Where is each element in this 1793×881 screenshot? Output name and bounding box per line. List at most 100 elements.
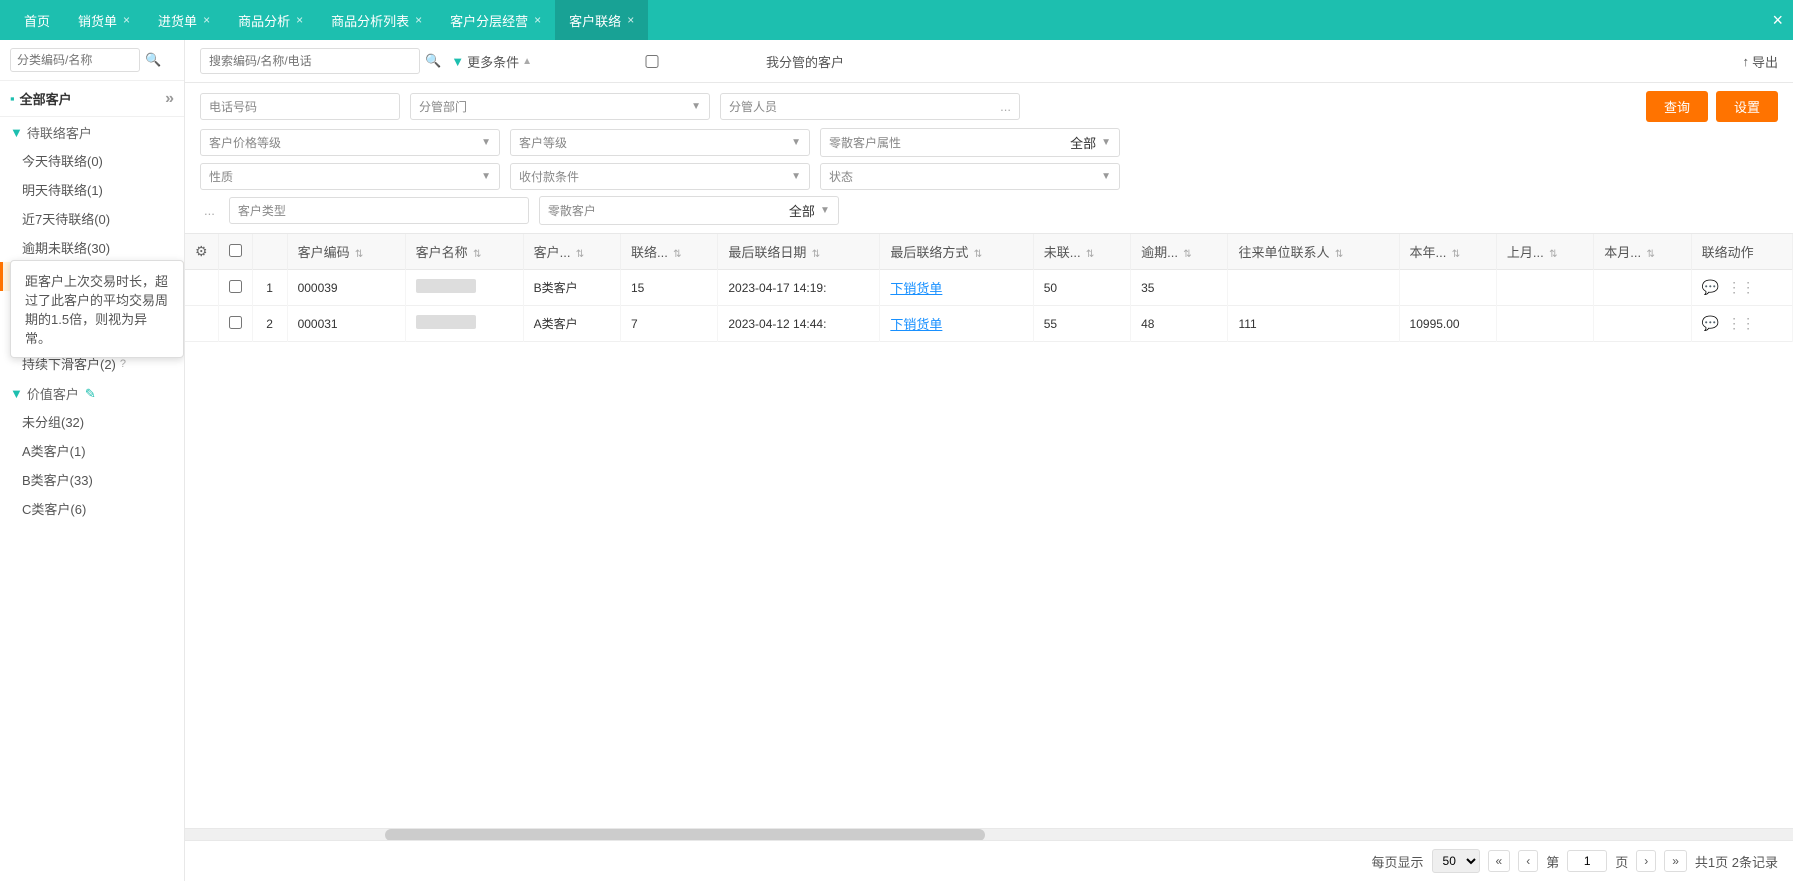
- table-settings-icon[interactable]: ⚙: [195, 243, 208, 259]
- customer-level-field[interactable]: 客户等级 ▼: [510, 129, 810, 156]
- row1-name[interactable]: [405, 270, 523, 306]
- row1-code[interactable]: 000039: [287, 270, 405, 306]
- tooltip-popup: 距客户上次交易时长，超过了此客户的平均交易周期的1.5倍，则视为异常。: [10, 260, 184, 358]
- this-month-col-header[interactable]: 本月... ⇅: [1594, 234, 1691, 270]
- pending-contact-group[interactable]: ▼ 待联络客户: [0, 117, 184, 146]
- more-dots-icon[interactable]: ...: [200, 203, 219, 218]
- uncontacted-col-header[interactable]: 未联... ⇅: [1033, 234, 1130, 270]
- sidebar: 🔍 ▪ 全部客户 » ▼ 待联络客户 今天待联络(0) 明天待联络(1) 近7天…: [0, 40, 185, 881]
- search-icon[interactable]: 🔍: [425, 53, 441, 69]
- sidebar-search-input[interactable]: [10, 48, 140, 72]
- this-year-col-header[interactable]: 本年... ⇅: [1399, 234, 1496, 270]
- settings-col-header[interactable]: ⚙: [185, 234, 218, 270]
- name-col-header[interactable]: 客户名称 ⇅: [405, 234, 523, 270]
- past-unit-contact-col-header[interactable]: 往来单位联系人 ⇅: [1228, 234, 1399, 270]
- row1-checkbox-cell[interactable]: [218, 270, 252, 306]
- sidebar-item-7days-pending[interactable]: 近7天待联络(0): [0, 204, 184, 233]
- row1-chat-icon[interactable]: 💬: [1702, 279, 1719, 296]
- contact-col-header[interactable]: 联络... ⇅: [620, 234, 717, 270]
- row2-code[interactable]: 000031: [287, 306, 405, 342]
- row2-more-icon[interactable]: ⋮⋮: [1727, 315, 1755, 332]
- last-page-button[interactable]: »: [1664, 850, 1687, 872]
- retail-attr-field[interactable]: 零散客户属性 全部 ▼: [820, 128, 1120, 157]
- price-level-field[interactable]: 客户价格等级 ▼: [200, 129, 500, 156]
- row1-more-icon[interactable]: ⋮⋮: [1727, 279, 1755, 296]
- prev-page-button[interactable]: ‹: [1518, 850, 1538, 872]
- value-customers-group[interactable]: ▼ 价值客户 ✎: [0, 378, 184, 407]
- row2-name[interactable]: [405, 306, 523, 342]
- overdue-col-header[interactable]: 逾期... ⇅: [1131, 234, 1228, 270]
- per-page-select[interactable]: 50: [1432, 849, 1480, 873]
- more-conditions-button[interactable]: ▼ 更多条件 ▲: [451, 52, 532, 71]
- next-page-button[interactable]: ›: [1636, 850, 1656, 872]
- row1-category: B类客户: [523, 270, 620, 306]
- row2-checkbox[interactable]: [229, 316, 242, 329]
- close-sales-order-icon[interactable]: ×: [123, 13, 130, 27]
- close-purchase-order-icon[interactable]: ×: [203, 13, 210, 27]
- checkbox-col-header[interactable]: [218, 234, 252, 270]
- customer-level-dropdown-icon: ▼: [791, 137, 801, 148]
- current-page-input[interactable]: [1567, 850, 1607, 872]
- sidebar-search-icon[interactable]: 🔍: [145, 52, 161, 68]
- nav-customer-contact[interactable]: 客户联络 ×: [555, 0, 648, 40]
- sidebar-collapse-icon[interactable]: »: [165, 90, 174, 108]
- query-button[interactable]: 查询: [1646, 91, 1708, 122]
- continuous-down-help-icon[interactable]: ?: [120, 358, 126, 370]
- last-contact-date-col-header[interactable]: 最后联络日期 ⇅: [718, 234, 880, 270]
- category-col-header[interactable]: 客户... ⇅: [523, 234, 620, 270]
- nav-product-analysis[interactable]: 商品分析 ×: [224, 0, 317, 40]
- first-page-button[interactable]: «: [1488, 850, 1511, 872]
- row2-checkbox-cell[interactable]: [218, 306, 252, 342]
- manager-more-icon[interactable]: ...: [1000, 99, 1011, 114]
- setting-button[interactable]: 设置: [1716, 91, 1778, 122]
- num-col-header: [252, 234, 287, 270]
- past-unit-contact-sort-icon: ⇅: [1335, 249, 1343, 260]
- select-all-checkbox[interactable]: [229, 244, 242, 257]
- export-button[interactable]: ↑ 导出: [1742, 52, 1778, 71]
- customer-type-field[interactable]: 客户类型: [229, 197, 529, 224]
- my-customers-checkbox-label[interactable]: 我分管的客户: [542, 52, 844, 71]
- sidebar-item-b-class[interactable]: B类客户(33): [0, 465, 184, 494]
- search-input[interactable]: [200, 48, 420, 74]
- my-customers-checkbox[interactable]: [542, 55, 762, 68]
- manager-field[interactable]: 分管人员 ...: [720, 93, 1020, 120]
- sidebar-item-overdue-no-contact[interactable]: 逾期未联络(30): [0, 233, 184, 262]
- code-col-header[interactable]: 客户编码 ⇅: [287, 234, 405, 270]
- close-customer-contact-icon[interactable]: ×: [627, 13, 634, 27]
- nav-purchase-order[interactable]: 进货单 ×: [144, 0, 224, 40]
- all-customers-header[interactable]: ▪ 全部客户 »: [0, 81, 184, 117]
- nav-sales-order[interactable]: 销货单 ×: [64, 0, 144, 40]
- nav-product-analysis-list[interactable]: 商品分析列表 ×: [317, 0, 436, 40]
- sidebar-item-c-class[interactable]: C类客户(6): [0, 494, 184, 523]
- value-customers-edit-icon[interactable]: ✎: [85, 386, 96, 402]
- row2-category: A类客户: [523, 306, 620, 342]
- payment-field[interactable]: 收付款条件 ▼: [510, 163, 810, 190]
- sidebar-item-a-class[interactable]: A类客户(1): [0, 436, 184, 465]
- row1-settings-cell: [185, 270, 218, 306]
- category-sort-icon: ⇅: [576, 249, 584, 260]
- row1-checkbox[interactable]: [229, 280, 242, 293]
- sidebar-item-tomorrow-pending[interactable]: 明天待联络(1): [0, 175, 184, 204]
- row1-last-contact-method[interactable]: 下销货单: [880, 270, 1033, 306]
- close-customer-segmentation-icon[interactable]: ×: [534, 13, 541, 27]
- sidebar-item-ungrouped[interactable]: 未分组(32): [0, 407, 184, 436]
- retail-customer-field[interactable]: 零散客户 全部 ▼: [539, 196, 839, 225]
- close-product-analysis-list-icon[interactable]: ×: [415, 13, 422, 27]
- nav-home[interactable]: 首页: [10, 0, 64, 40]
- horizontal-scrollbar-track[interactable]: [185, 828, 1793, 840]
- pagination-bar: 每页显示 50 « ‹ 第 页 › » 共1页 2条记录: [185, 840, 1793, 881]
- row2-chat-icon[interactable]: 💬: [1702, 315, 1719, 332]
- horizontal-scrollbar-thumb[interactable]: [385, 829, 985, 840]
- row2-action-icons: 💬 ⋮⋮: [1702, 315, 1782, 332]
- last-month-col-header[interactable]: 上月... ⇅: [1496, 234, 1593, 270]
- nav-customer-segmentation[interactable]: 客户分层经营 ×: [436, 0, 555, 40]
- dept-field[interactable]: 分管部门 ▼: [410, 93, 710, 120]
- close-product-analysis-icon[interactable]: ×: [296, 13, 303, 27]
- last-contact-method-col-header[interactable]: 最后联络方式 ⇅: [880, 234, 1033, 270]
- gender-field[interactable]: 性质 ▼: [200, 163, 500, 190]
- status-field[interactable]: 状态 ▼: [820, 163, 1120, 190]
- sidebar-item-today-pending[interactable]: 今天待联络(0): [0, 146, 184, 175]
- window-close-button[interactable]: ×: [1772, 10, 1783, 31]
- row2-last-contact-method[interactable]: 下销货单: [880, 306, 1033, 342]
- phone-field[interactable]: 电话号码: [200, 93, 400, 120]
